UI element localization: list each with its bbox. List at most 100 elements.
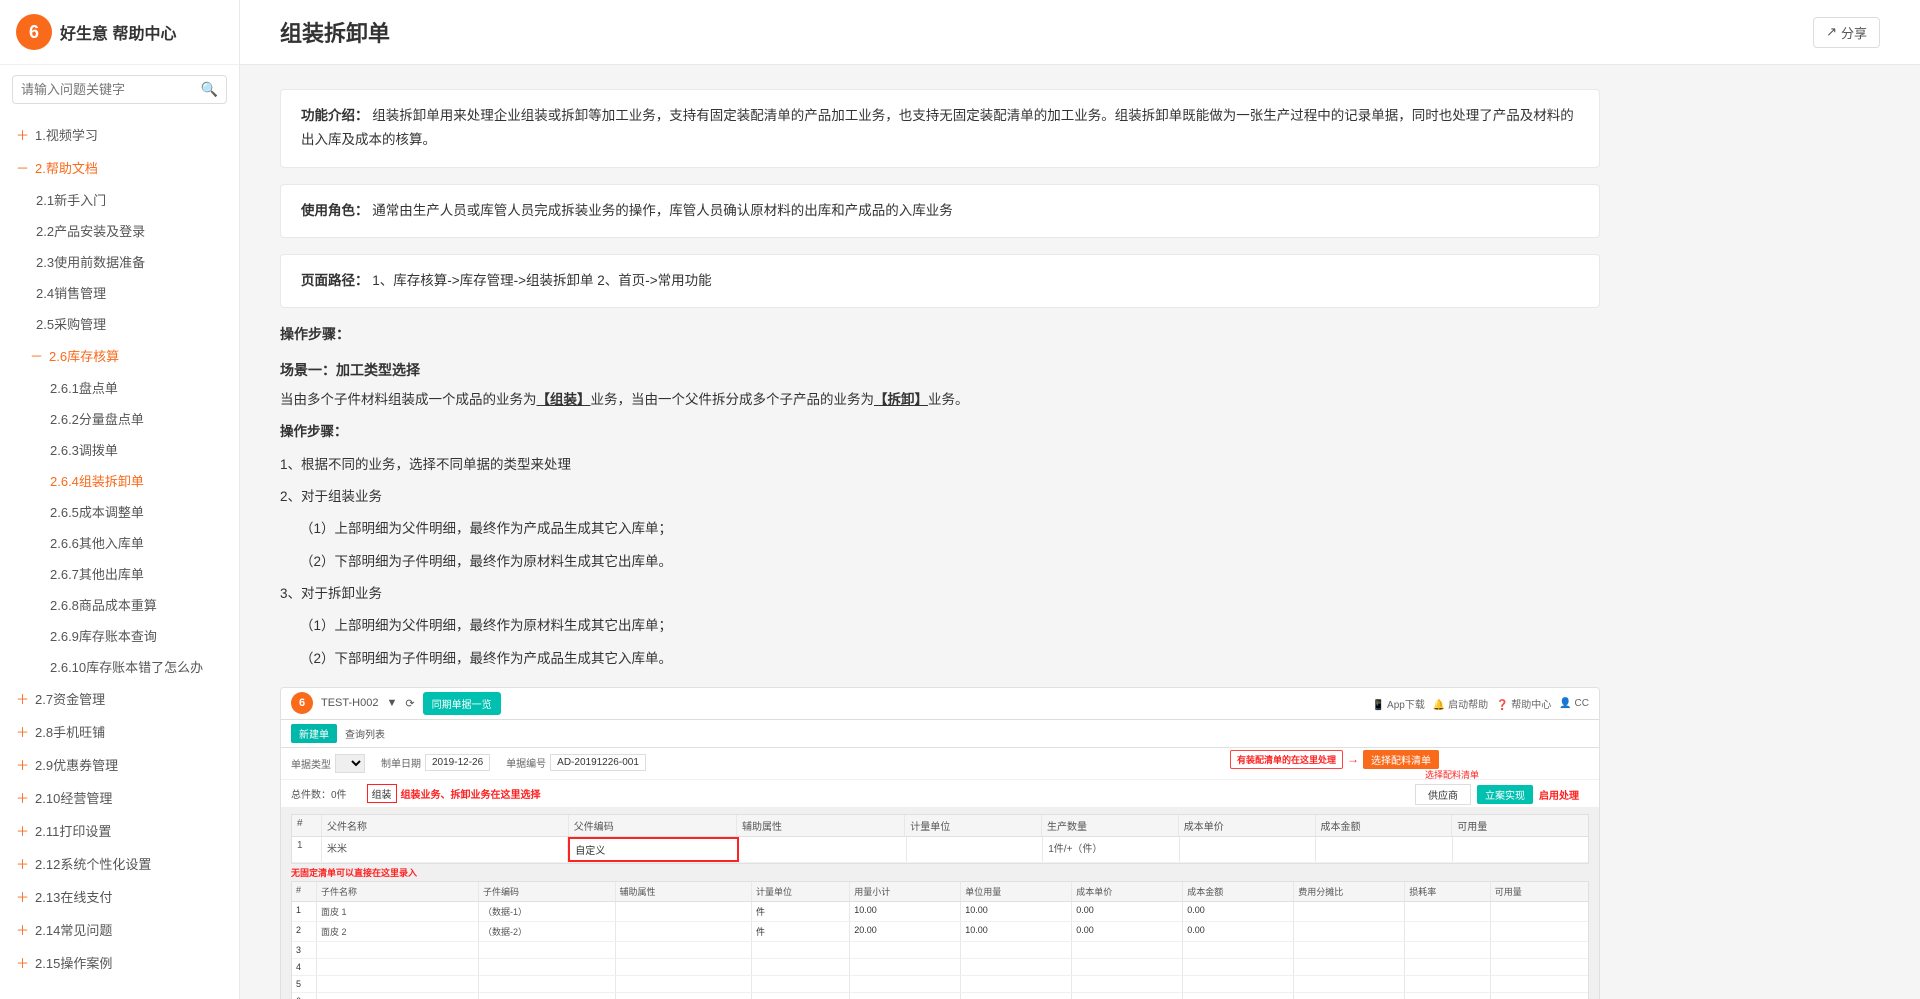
- sidebar-item-ledger-error[interactable]: 2.6.10库存账本错了怎么办: [0, 651, 239, 682]
- sidebar-item-docs[interactable]: － 2.帮助文档: [0, 151, 239, 184]
- callout2-text: 选择配料清单: [1425, 770, 1479, 780]
- sidebar-item-finance[interactable]: ＋ 2.7资金管理: [0, 682, 239, 715]
- path-block: 页面路径： 1、库存核算->库存管理->组装拆卸单 2、首页->常用功能: [280, 254, 1600, 308]
- sidebar-item-transfer[interactable]: 2.6.3调拨单: [0, 434, 239, 465]
- sidebar-item-video[interactable]: ＋ 1.视频学习: [0, 118, 239, 151]
- sidebar-item-online-pay[interactable]: ＋ 2.13在线支付: [0, 880, 239, 913]
- sidebar-item-assemble[interactable]: 2.6.4组装拆卸单: [0, 465, 239, 496]
- tab-list[interactable]: 查询列表: [345, 726, 385, 741]
- sidebar-item-partial[interactable]: 2.6.2分量盘点单: [0, 403, 239, 434]
- col-cost-unit: 成本单价: [1179, 815, 1316, 836]
- sidebar-item-purchase[interactable]: 2.5采购管理: [0, 308, 239, 339]
- tab-new[interactable]: 新建单: [291, 724, 337, 743]
- app-nav-help: 🔔 启动帮助: [1433, 696, 1488, 711]
- func-intro-block: 功能介绍： 组装拆卸单用来处理企业组装或拆卸等加工业务，支持有固定装配清单的产品…: [280, 89, 1600, 168]
- bottom-table: # 子件名称 子件编码 辅助属性 计量单位 用量小计 单位用量 成本单价 成本金…: [291, 881, 1589, 999]
- table-row: 4: [292, 959, 1588, 976]
- search-icon[interactable]: 🔍: [201, 81, 218, 98]
- table-row: 6: [292, 993, 1588, 999]
- bottom-table-header: # 子件名称 子件编码 辅助属性 计量单位 用量小计 单位用量 成本单价 成本金…: [292, 882, 1588, 902]
- search-box[interactable]: 🔍: [12, 75, 227, 104]
- sidebar-item-mobile-label: 2.8手机旺铺: [35, 722, 105, 741]
- content-header: 组装拆卸单 ↗ 分享: [240, 0, 1920, 65]
- sidebar-item-other-out[interactable]: 2.6.7其他出库单: [0, 558, 239, 589]
- step2: 2、对于组装业务: [280, 485, 1600, 509]
- col-aux-attr: 辅助属性: [737, 815, 905, 836]
- sidebar-item-mobile[interactable]: ＋ 2.8手机旺铺: [0, 715, 239, 748]
- ops-steps-title: 操作步骤：: [280, 420, 1600, 444]
- supplier-field[interactable]: 供应商: [1415, 784, 1471, 805]
- sidebar-item-coupon[interactable]: ＋ 2.9优惠券管理: [0, 748, 239, 781]
- count-label: 总件数：0件: [291, 786, 347, 801]
- arrow-right-icon: →: [1347, 752, 1359, 766]
- nav-section: ＋ 1.视频学习 － 2.帮助文档 2.1新手入门 2.2产品安装及登录 2.3…: [0, 114, 239, 983]
- sidebar-item-data-prep[interactable]: 2.3使用前数据准备: [0, 246, 239, 277]
- enable-btn[interactable]: 立案实现: [1477, 785, 1533, 804]
- minus-icon: －: [16, 158, 29, 177]
- sidebar-item-cost-adjust[interactable]: 2.6.5成本调整单: [0, 496, 239, 527]
- sidebar-item-sales[interactable]: 2.4销售管理: [0, 277, 239, 308]
- main-content: 组装拆卸单 ↗ 分享 功能介绍： 组装拆卸单用来处理企业组装或拆卸等加工业务，支…: [240, 0, 1920, 999]
- parent-code-field[interactable]: 自定义: [568, 837, 739, 862]
- top-table: # 父件名称 父件编码 辅助属性 计量单位 生产数量 成本单价 成本金额 可用量…: [291, 814, 1589, 864]
- search-input[interactable]: [21, 82, 201, 97]
- sidebar-item-print[interactable]: ＋ 2.11打印设置: [0, 814, 239, 847]
- callout5-text: 无固定清单可以直接在这里录入: [291, 866, 417, 879]
- minus-icon-inventory: －: [30, 346, 43, 365]
- top-table-header: # 父件名称 父件编码 辅助属性 计量单位 生产数量 成本单价 成本金额 可用量: [292, 815, 1588, 837]
- sidebar-item-personal[interactable]: ＋ 2.12系统个性化设置: [0, 847, 239, 880]
- share-button[interactable]: ↗ 分享: [1813, 17, 1880, 48]
- plus-icon-operation: ＋: [16, 788, 29, 807]
- sidebar-item-newcomer[interactable]: 2.1新手入门: [0, 184, 239, 215]
- col-parent-name: 父件名称: [322, 815, 569, 836]
- sidebar-item-online-pay-label: 2.13在线支付: [35, 887, 112, 906]
- app-topbar: 6 TEST-H002 ▼ ⟳ 同期单据一览 📱 App下载 🔔 启动帮助 ❓ …: [281, 688, 1599, 720]
- page-title: 组装拆卸单: [280, 16, 390, 48]
- logo-icon: 6: [16, 14, 52, 50]
- sidebar-item-cost-calc[interactable]: 2.6.8商品成本重算: [0, 589, 239, 620]
- scenario1-desc: 当由多个子件材料组装成一个成品的业务为【组装】业务，当由一个父件拆分成多个子产品…: [280, 388, 1600, 412]
- secondary-nav: 新建单 查询列表: [281, 720, 1599, 748]
- callout4-text: 启用处理: [1539, 787, 1579, 802]
- form-group-date: 制单日期 2019-12-26: [381, 754, 490, 771]
- callout1-text: 有装配清单的在这里处理: [1230, 750, 1343, 769]
- role-block: 使用角色： 通常由生产人员或库管人员完成拆装业务的操作，库管人员确认原材料的出库…: [280, 184, 1600, 238]
- sub-form-row: 总件数：0件 组装 组装业务、拆卸业务在这里选择 供应商 立案实现 启用处理: [281, 780, 1599, 808]
- refresh-icon: ⟳: [405, 697, 414, 710]
- scenario1-title: 场景一：加工类型选择: [280, 360, 1600, 380]
- date-field[interactable]: 2019-12-26: [425, 754, 490, 771]
- date-label: 制单日期: [381, 755, 421, 770]
- process-type-field[interactable]: 组装: [367, 784, 397, 803]
- new-doc-btn[interactable]: 同期单据一览: [423, 692, 501, 715]
- sidebar-item-cases[interactable]: ＋ 2.15操作案例: [0, 946, 239, 979]
- plus-icon-finance: ＋: [16, 689, 29, 708]
- doc-number-field[interactable]: AD-20191226-001: [550, 754, 646, 771]
- sidebar-item-faq-label: 2.14常见问题: [35, 920, 112, 939]
- sidebar-item-install[interactable]: 2.2产品安装及登录: [0, 215, 239, 246]
- table-row: 3: [292, 942, 1588, 959]
- col-index: #: [292, 815, 322, 836]
- logo-text: 好生意 帮助中心: [60, 20, 176, 44]
- sidebar-item-other-in[interactable]: 2.6.6其他入库单: [0, 527, 239, 558]
- plus-icon-faq: ＋: [16, 920, 29, 939]
- callout3-group: 组装 组装业务、拆卸业务在这里选择: [367, 784, 541, 803]
- callout5-group: 无固定清单可以直接在这里录入: [291, 866, 1589, 879]
- role-text: 通常由生产人员或库管人员完成拆装业务的操作，库管人员确认原材料的出库和产成品的入…: [372, 203, 953, 218]
- func-intro-text: 组装拆卸单用来处理企业组装或拆卸等加工业务，支持有固定装配清单的产品加工业务，也…: [301, 108, 1574, 147]
- ops-title: 操作步骤：: [280, 324, 1600, 344]
- config-list-btn[interactable]: 选择配料清单: [1363, 750, 1439, 769]
- col-unit: 计量单位: [905, 815, 1042, 836]
- share-icon: ↗: [1826, 24, 1837, 40]
- table-row: 1 面皮 1 （数据-1） 件 10.00 10.00 0.00 0.00: [292, 902, 1588, 922]
- path-label: 页面路径：: [301, 273, 369, 288]
- doc-type-select[interactable]: [335, 754, 365, 773]
- doc-type-label: 单据类型: [291, 756, 331, 771]
- sidebar-item-inventory[interactable]: － 2.6库存核算: [0, 339, 239, 372]
- sidebar-item-operation[interactable]: ＋ 2.10经营管理: [0, 781, 239, 814]
- sidebar-item-ledger-query[interactable]: 2.6.9库存账本查询: [0, 620, 239, 651]
- sidebar-item-faq[interactable]: ＋ 2.14常见问题: [0, 913, 239, 946]
- dropdown-icon: ▼: [386, 697, 397, 709]
- step2-2: （2）下部明细为子件明细，最终作为原材料生成其它出库单。: [300, 550, 1600, 574]
- step3-2: （2）下部明细为子件明细，最终作为产成品生成其它入库单。: [300, 647, 1600, 671]
- sidebar-item-stocktake[interactable]: 2.6.1盘点单: [0, 372, 239, 403]
